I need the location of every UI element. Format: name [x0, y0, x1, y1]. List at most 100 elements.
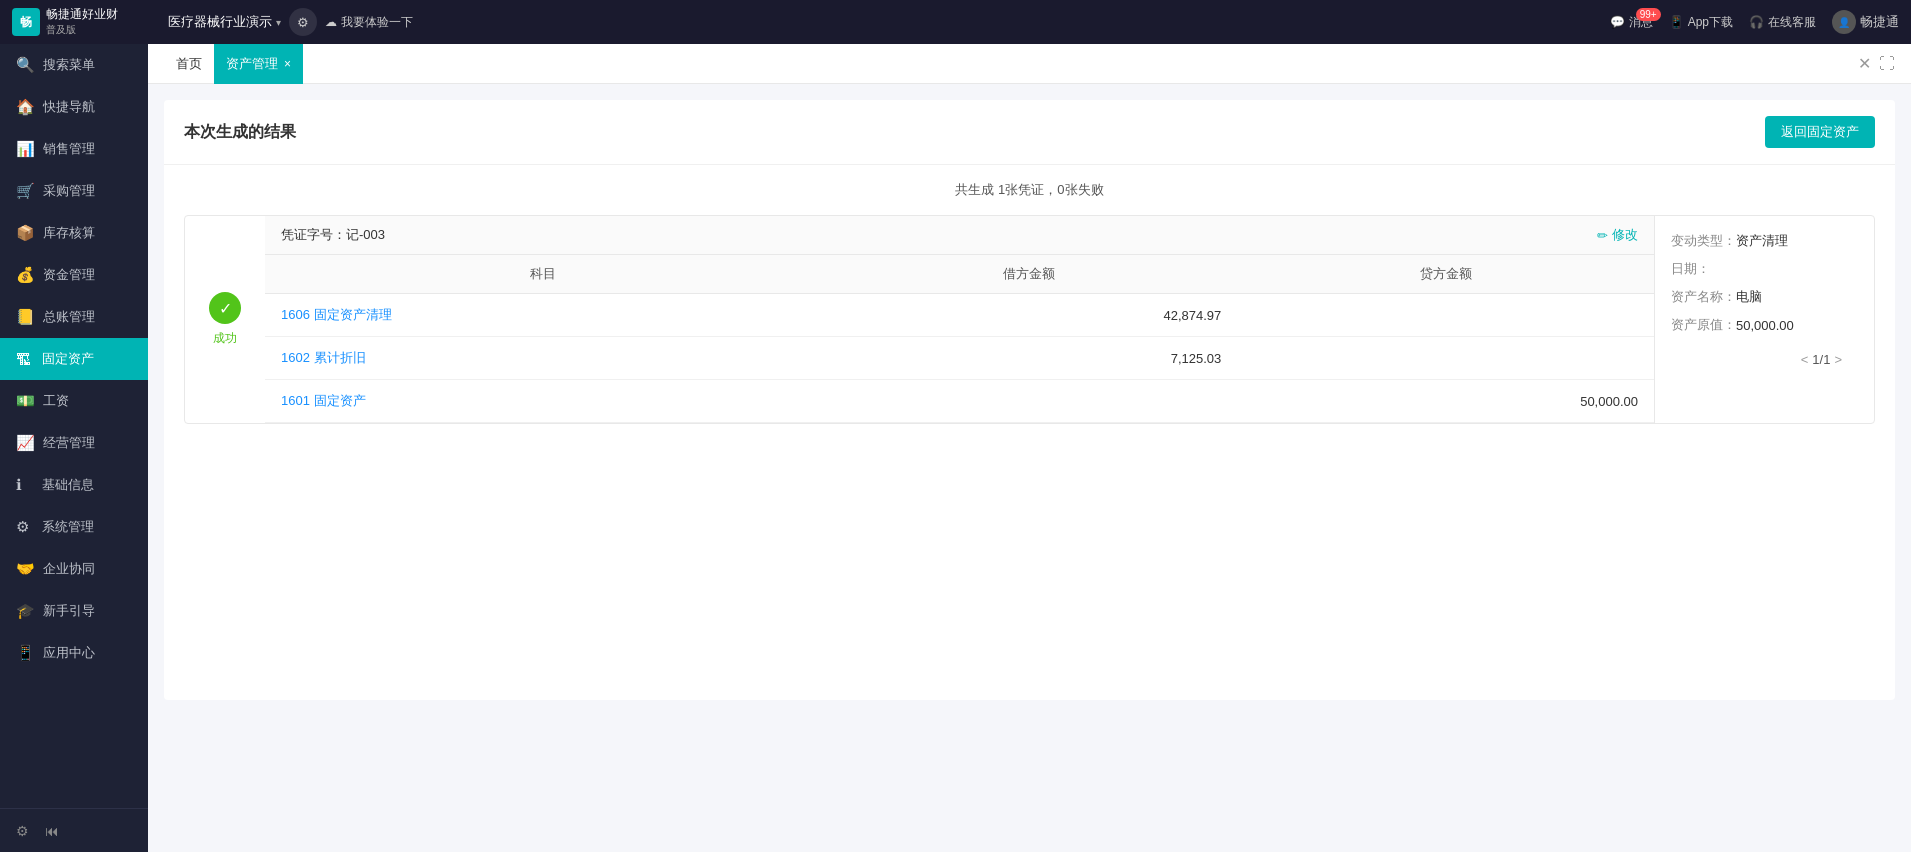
experience-label: 我要体验一下 — [341, 14, 413, 31]
credit-cell: 50,000.00 — [1237, 380, 1654, 423]
header-right: 💬 消息 99+ 📱 App下载 🎧 在线客服 👤 畅捷通 — [1610, 10, 1899, 34]
tab-asset-management-label: 资产管理 — [226, 55, 278, 73]
voucher-right-panel: 变动类型： 资产清理 日期： 资产名称： 电脑 资产原值： — [1654, 216, 1874, 423]
debit-cell: 7,125.03 — [821, 337, 1238, 380]
sidebar-item-基础信息[interactable]: ℹ 基础信息 — [0, 464, 148, 506]
sidebar-item-企业协同[interactable]: 🤝企业协同 — [0, 548, 148, 590]
home-tab-label: 首页 — [176, 55, 202, 73]
maximize-window-icon[interactable]: ⛶ — [1879, 55, 1895, 73]
sidebar-label-1: 快捷导航 — [43, 98, 95, 116]
next-page-icon[interactable]: > — [1834, 352, 1842, 367]
sidebar-item-工资[interactable]: 💵 工资 — [0, 380, 148, 422]
sidebar-label-9: 经营管理 — [43, 434, 95, 452]
sidebar-icon-10: ℹ — [16, 476, 34, 494]
customer-service-label: 在线客服 — [1768, 14, 1816, 31]
sidebar-icon-0: 🔍 — [16, 56, 35, 74]
sidebar-label-8: 工资 — [43, 392, 69, 410]
sidebar-icon-7: 🏗 — [16, 351, 34, 368]
sidebar-item-资金管理[interactable]: 💰 资金管理 — [0, 254, 148, 296]
change-type-row: 变动类型： 资产清理 — [1671, 232, 1858, 250]
summary-text: 共生成 1张凭证，0张失败 — [955, 182, 1103, 197]
sidebar-label-3: 采购管理 — [43, 182, 95, 200]
phone-icon: 📱 — [1669, 15, 1684, 29]
prev-page-icon[interactable]: < — [1801, 352, 1809, 367]
app-download-button[interactable]: 📱 App下载 — [1669, 14, 1733, 31]
pagination: < 1/1 > — [1671, 344, 1858, 375]
sidebar-label-4: 库存核算 — [43, 224, 95, 242]
sidebar-icon-5: 💰 — [16, 266, 35, 284]
asset-value-label: 资产原值： — [1671, 316, 1736, 334]
pagination-info: 1/1 — [1812, 352, 1830, 367]
sidebar-icon-8: 💵 — [16, 392, 35, 410]
page-content: 本次生成的结果 返回固定资产 共生成 1张凭证，0张失败 ✓ 成功 — [148, 84, 1911, 852]
sidebar-label-7: 固定资产 — [42, 350, 94, 368]
tab-bar: 首页 资产管理 × ✕ ⛶ — [148, 44, 1911, 84]
return-button[interactable]: 返回固定资产 — [1765, 116, 1875, 148]
date-row: 日期： — [1671, 260, 1858, 278]
edit-button[interactable]: ✏ 修改 — [1597, 226, 1638, 244]
tab-close-icon[interactable]: × — [284, 57, 291, 71]
logo-sub: 普及版 — [46, 23, 118, 37]
sidebar-footer: ⚙ ⏮ — [0, 808, 148, 852]
sidebar-item-新手引导[interactable]: 🎓新手引导 — [0, 590, 148, 632]
sidebar-icon-2: 📊 — [16, 140, 35, 158]
avatar: 👤 — [1832, 10, 1856, 34]
customer-service-button[interactable]: 🎧 在线客服 — [1749, 14, 1816, 31]
sidebar-item-经营管理[interactable]: 📈经营管理 — [0, 422, 148, 464]
sidebar-icon-11: ⚙ — [16, 518, 34, 536]
sidebar-item-搜索菜单[interactable]: 🔍 搜索菜单 — [0, 44, 148, 86]
sidebar-label-0: 搜索菜单 — [43, 56, 95, 74]
tab-asset-management[interactable]: 资产管理 × — [214, 44, 303, 84]
col-credit: 贷方金额 — [1237, 255, 1654, 294]
logo-area: 畅 畅捷通好业财 普及版 — [12, 7, 160, 37]
close-window-icon[interactable]: ✕ — [1858, 54, 1871, 73]
sidebar-item-系统管理[interactable]: ⚙系统管理 — [0, 506, 148, 548]
credit-cell — [1237, 294, 1654, 337]
sidebar-label-12: 企业协同 — [43, 560, 95, 578]
logo-icon: 畅 — [12, 8, 40, 36]
sidebar-label-13: 新手引导 — [43, 602, 95, 620]
table-row: 1606 固定资产清理 42,874.97 — [265, 294, 1654, 337]
sidebar-label-2: 销售管理 — [43, 140, 95, 158]
success-indicator: ✓ 成功 — [185, 216, 265, 423]
company-selector[interactable]: 医疗器械行业演示 ▾ — [168, 13, 281, 31]
change-type-label: 变动类型： — [1671, 232, 1736, 250]
sidebar-icon-1: 🏠 — [16, 98, 35, 116]
voucher-main: 凭证字号：记-003 ✏ 修改 科目 借方金额 贷方 — [265, 216, 1654, 423]
message-button[interactable]: 💬 消息 99+ — [1610, 14, 1653, 31]
page-title: 本次生成的结果 — [184, 122, 296, 143]
asset-name-row: 资产名称： 电脑 — [1671, 288, 1858, 306]
sidebar-icon-14: 📱 — [16, 644, 35, 662]
debit-cell: 42,874.97 — [821, 294, 1238, 337]
voucher-header-row: 凭证字号：记-003 ✏ 修改 — [265, 216, 1654, 255]
chevron-down-icon: ▾ — [276, 17, 281, 28]
collapse-icon[interactable]: ⏮ — [45, 823, 59, 839]
sidebar-label-10: 基础信息 — [42, 476, 94, 494]
company-name: 医疗器械行业演示 — [168, 13, 272, 31]
col-subject: 科目 — [265, 255, 821, 294]
settings-icon[interactable]: ⚙ — [289, 8, 317, 36]
sidebar-icon-3: 🛒 — [16, 182, 35, 200]
sidebar-item-总账管理[interactable]: 📒总账管理 — [0, 296, 148, 338]
asset-name-value: 电脑 — [1736, 288, 1762, 306]
sidebar-item-应用中心[interactable]: 📱 应用中心 — [0, 632, 148, 674]
col-debit: 借方金额 — [821, 255, 1238, 294]
sidebar-item-采购管理[interactable]: 🛒 采购管理 — [0, 170, 148, 212]
tab-home[interactable]: 首页 — [164, 44, 214, 84]
message-badge: 99+ — [1636, 8, 1661, 21]
settings-footer-icon[interactable]: ⚙ — [16, 823, 29, 839]
sidebar-scroll: 🔍 搜索菜单 🏠 快捷导航 📊 销售管理 🛒 采购管理 📦库存核算 💰 资金管理 📒总账管理 🏗 固定资产… — [0, 44, 148, 808]
sidebar-item-固定资产[interactable]: 🏗 固定资产 — [0, 338, 148, 380]
sidebar-item-销售管理[interactable]: 📊 销售管理 — [0, 128, 148, 170]
user-area[interactable]: 👤 畅捷通 — [1832, 10, 1899, 34]
edit-icon: ✏ — [1597, 228, 1608, 243]
sidebar-label-5: 资金管理 — [43, 266, 95, 284]
message-icon: 💬 — [1610, 15, 1625, 29]
content-area: 首页 资产管理 × ✕ ⛶ 本次生成的结果 返回固定资产 共生成 1张凭证，0张… — [148, 44, 1911, 852]
sidebar: 🔍 搜索菜单 🏠 快捷导航 📊 销售管理 🛒 采购管理 📦库存核算 💰 资金管理 📒总账管理 🏗 固定资产… — [0, 44, 148, 852]
cloud-icon: ☁ — [325, 15, 337, 29]
sidebar-item-库存核算[interactable]: 📦库存核算 — [0, 212, 148, 254]
sidebar-label-14: 应用中心 — [43, 644, 95, 662]
experience-button[interactable]: ☁ 我要体验一下 — [325, 14, 413, 31]
sidebar-item-快捷导航[interactable]: 🏠 快捷导航 — [0, 86, 148, 128]
